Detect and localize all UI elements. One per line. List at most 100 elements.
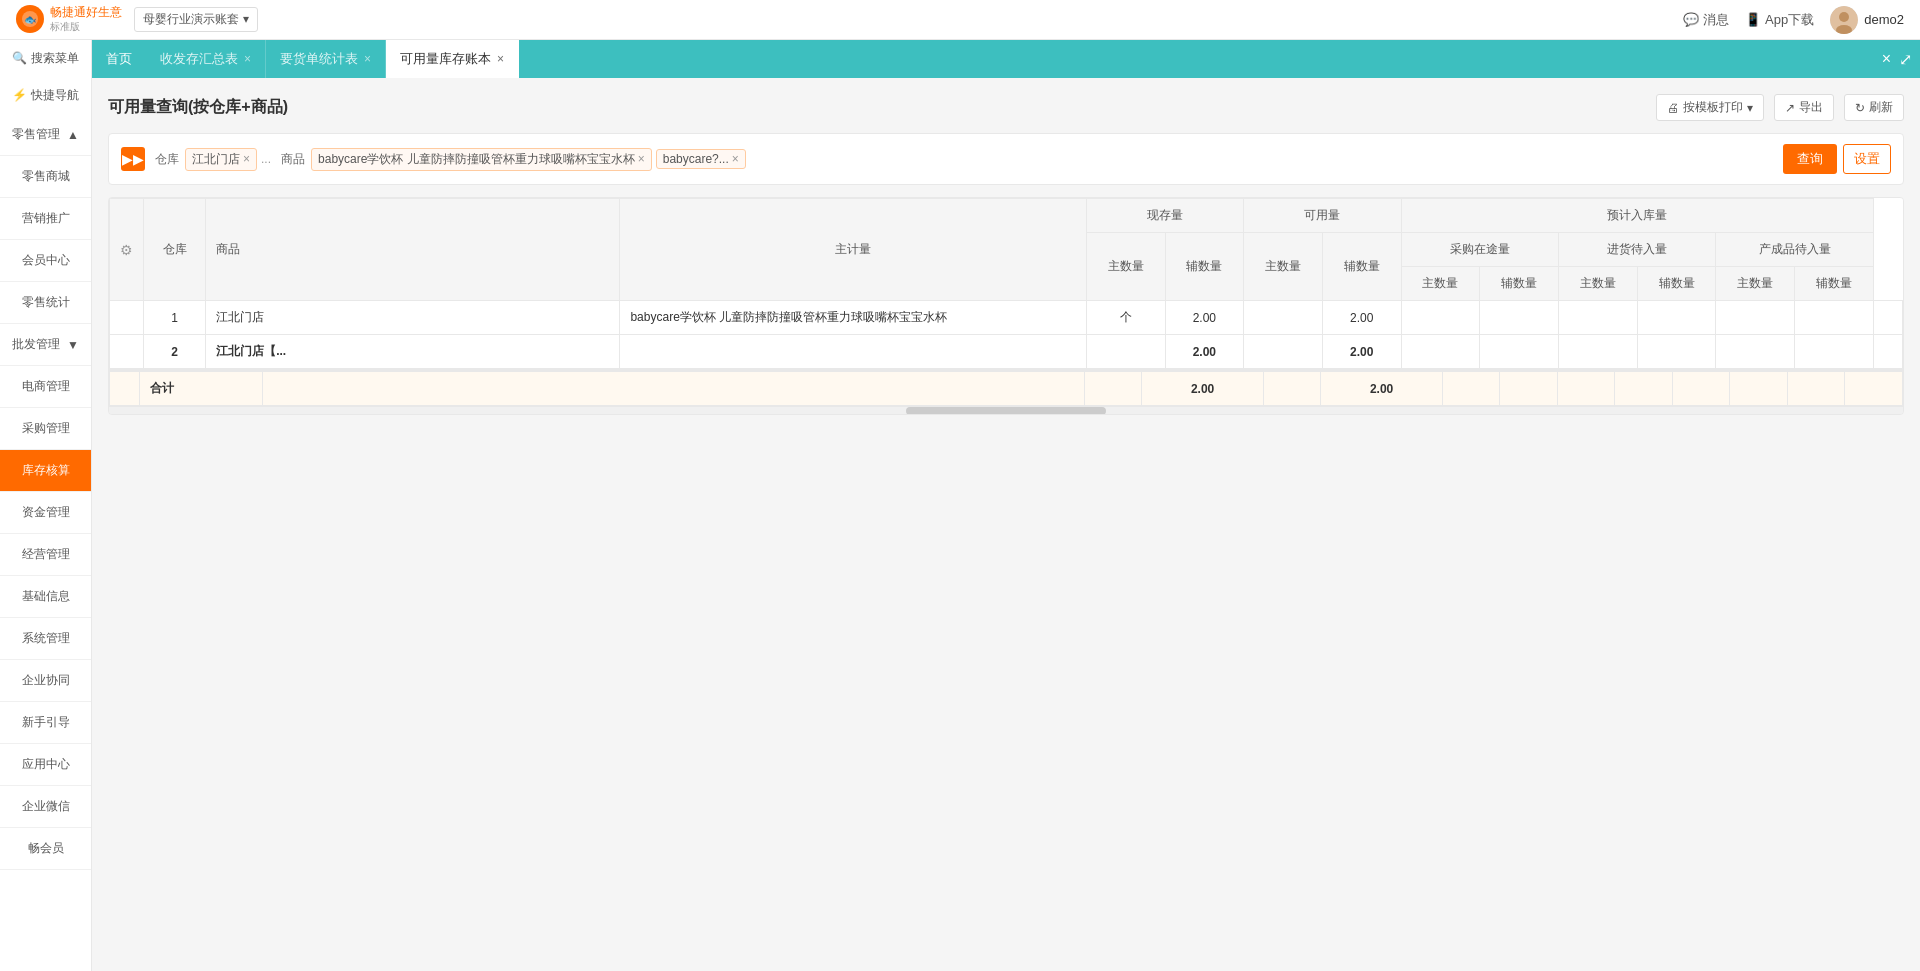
row2-settings [110, 335, 144, 369]
sidebar-item-ecommerce[interactable]: 电商管理 [0, 366, 91, 408]
export-btn[interactable]: ↗ 导出 [1774, 94, 1834, 121]
row2-product-aux [1873, 335, 1902, 369]
org-select[interactable]: 母婴行业演示账套 ▾ [134, 7, 258, 32]
sidebar-item-label: 应用中心 [22, 756, 70, 773]
sidebar-search[interactable]: 🔍 搜索菜单 [0, 40, 91, 77]
footer-row: 合计 2.00 2.00 [110, 372, 1903, 406]
tab-home[interactable]: 首页 [92, 40, 146, 78]
query-btn[interactable]: 查询 [1783, 144, 1837, 174]
table-container: ⚙ 仓库 商品 主计量 现存量 可用量 预计入库量 主数量 辅数量 [108, 197, 1904, 415]
search-icon: 🔍 [12, 51, 27, 65]
footer-stock-main: 2.00 [1142, 372, 1263, 406]
row1-product-main [1795, 301, 1874, 335]
setting-btn[interactable]: 设置 [1843, 144, 1891, 174]
printer-icon: 🖨 [1667, 101, 1679, 115]
sidebar-item-basic[interactable]: 基础信息 [0, 576, 91, 618]
sidebar-item-newbie[interactable]: 新手引导 [0, 702, 91, 744]
sidebar-item-operations[interactable]: 经营管理 [0, 534, 91, 576]
row1-goods-in-aux [1716, 301, 1795, 335]
sidebar-item-member[interactable]: 会员中心 [0, 240, 91, 282]
sidebar-item-app-center[interactable]: 应用中心 [0, 744, 91, 786]
sidebar-item-wholesale[interactable]: 批发管理 ▼ [0, 324, 91, 366]
sidebar-item-retail-mall[interactable]: 零售商城 [0, 156, 91, 198]
sidebar-item-zero-retail[interactable]: 零售管理 ▲ [0, 114, 91, 156]
svg-point-3 [1839, 12, 1849, 22]
close-all-icon[interactable]: × [1882, 50, 1891, 68]
sidebar-item-system[interactable]: 系统管理 [0, 618, 91, 660]
maximize-icon[interactable]: ⤢ [1899, 50, 1912, 69]
logo: 🐟 畅捷通好生意 标准版 [16, 5, 122, 33]
sidebar-item-label: 批发管理 [12, 336, 60, 353]
table-row: 1 江北门店 babycare学饮杯 儿童防摔防撞吸管杯重力球吸嘴杯宝宝水杯 个… [110, 301, 1903, 335]
scrollbar-thumb[interactable] [906, 407, 1106, 415]
filter-more-warehouse[interactable]: ... [261, 152, 271, 166]
sidebar-item-retail-stats[interactable]: 零售统计 [0, 282, 91, 324]
app-download-btn[interactable]: 📱 App下载 [1745, 11, 1814, 29]
row2-warehouse: 江北门店【... [206, 335, 620, 369]
col-avail-main: 主数量 [1244, 233, 1323, 301]
product-tag2-value: babycare?... [663, 152, 729, 166]
tab-controls: × ⤢ [1874, 50, 1920, 69]
user-name: demo2 [1864, 12, 1904, 27]
filter-area: ▶▶ 仓库 江北门店 × ... 商品 babycar [108, 133, 1904, 185]
product-label: 商品 [281, 151, 305, 168]
sidebar-item-label: 资金管理 [22, 504, 70, 521]
scrollbar-area[interactable] [109, 406, 1903, 414]
template-print-btn[interactable]: 🖨 按模板打印 ▾ [1656, 94, 1764, 121]
row1-warehouse: 江北门店 [206, 301, 620, 335]
table-row: 2 江北门店【... 2.00 2.00 [110, 335, 1903, 369]
sidebar-item-finance[interactable]: 资金管理 [0, 492, 91, 534]
user-avatar-btn[interactable]: demo2 [1830, 6, 1904, 34]
row1-main-unit: 个 [1086, 301, 1165, 335]
sidebar-item-wechat[interactable]: 企业微信 [0, 786, 91, 828]
col-product-main: 主数量 [1716, 267, 1795, 301]
filter-toggle-btn[interactable]: ▶▶ [121, 147, 145, 171]
warehouse-remove[interactable]: × [243, 152, 250, 166]
col-stock-aux: 辅数量 [1165, 233, 1244, 301]
page-title: 可用量查询(按仓库+商品) [108, 97, 288, 118]
col-goods-in-main: 主数量 [1559, 267, 1638, 301]
row1-product: babycare学饮杯 儿童防摔防撞吸管杯重力球吸嘴杯宝宝水杯 [620, 301, 1086, 335]
chevron-icon: ▼ [67, 338, 79, 352]
sidebar-item-enterprise[interactable]: 企业协同 [0, 660, 91, 702]
refresh-btn[interactable]: ↻ 刷新 [1844, 94, 1904, 121]
tab-available[interactable]: 可用量库存账本 × [386, 40, 519, 78]
row1-purchase-aux [1559, 301, 1638, 335]
chevron-icon: ▲ [67, 128, 79, 142]
sidebar: 🔍 搜索菜单 ⚡ 快捷导航 零售管理 ▲ 零售商城 营销推广 会员中心 零售统计… [0, 40, 92, 971]
tab-order-stats-close[interactable]: × [364, 52, 371, 66]
row2-avail-main: 2.00 [1322, 335, 1401, 369]
content-area: 首页 收发存汇总表 × 要货单统计表 × 可用量库存账本 × × ⤢ [92, 40, 1920, 971]
message-btn[interactable]: 💬 消息 [1683, 11, 1729, 29]
logo-text: 畅捷通好生意 [50, 5, 122, 19]
row2-avail-aux [1401, 335, 1480, 369]
sidebar-item-marketing[interactable]: 营销推广 [0, 198, 91, 240]
col-purchase-aux: 辅数量 [1480, 267, 1559, 301]
col-purchase-transit: 采购在途量 [1401, 233, 1558, 267]
row2-stock-main: 2.00 [1165, 335, 1244, 369]
tab-available-label: 可用量库存账本 [400, 50, 491, 68]
filter-warehouse-group: 仓库 江北门店 × ... [155, 148, 271, 171]
tab-order-stats[interactable]: 要货单统计表 × [266, 40, 386, 78]
sidebar-item-purchase[interactable]: 采购管理 [0, 408, 91, 450]
app-download-label: App下载 [1765, 11, 1814, 29]
col-goods-in-aux: 辅数量 [1637, 267, 1716, 301]
sidebar-nav[interactable]: ⚡ 快捷导航 [0, 77, 91, 114]
filter-actions: 查询 设置 [1783, 144, 1891, 174]
tab-receive-close[interactable]: × [244, 52, 251, 66]
row2-product-main [1795, 335, 1874, 369]
org-name: 母婴行业演示账套 [143, 11, 239, 28]
sidebar-item-inventory[interactable]: 库存核算 [0, 450, 91, 492]
product-tag2-remove[interactable]: × [732, 152, 739, 166]
tab-available-close[interactable]: × [497, 52, 504, 66]
col-product-waiting: 产成品待入量 [1716, 233, 1873, 267]
col-settings[interactable]: ⚙ [110, 199, 144, 301]
row2-main-unit [1086, 335, 1165, 369]
tab-receive[interactable]: 收发存汇总表 × [146, 40, 266, 78]
sidebar-item-label: 零售统计 [22, 294, 70, 311]
product-tag2: babycare?... × [656, 149, 746, 169]
product-tag1-remove[interactable]: × [638, 152, 645, 166]
col-current-stock-header: 现存量 [1086, 199, 1243, 233]
row1-product-aux [1873, 301, 1902, 335]
sidebar-item-member2[interactable]: 畅会员 [0, 828, 91, 870]
